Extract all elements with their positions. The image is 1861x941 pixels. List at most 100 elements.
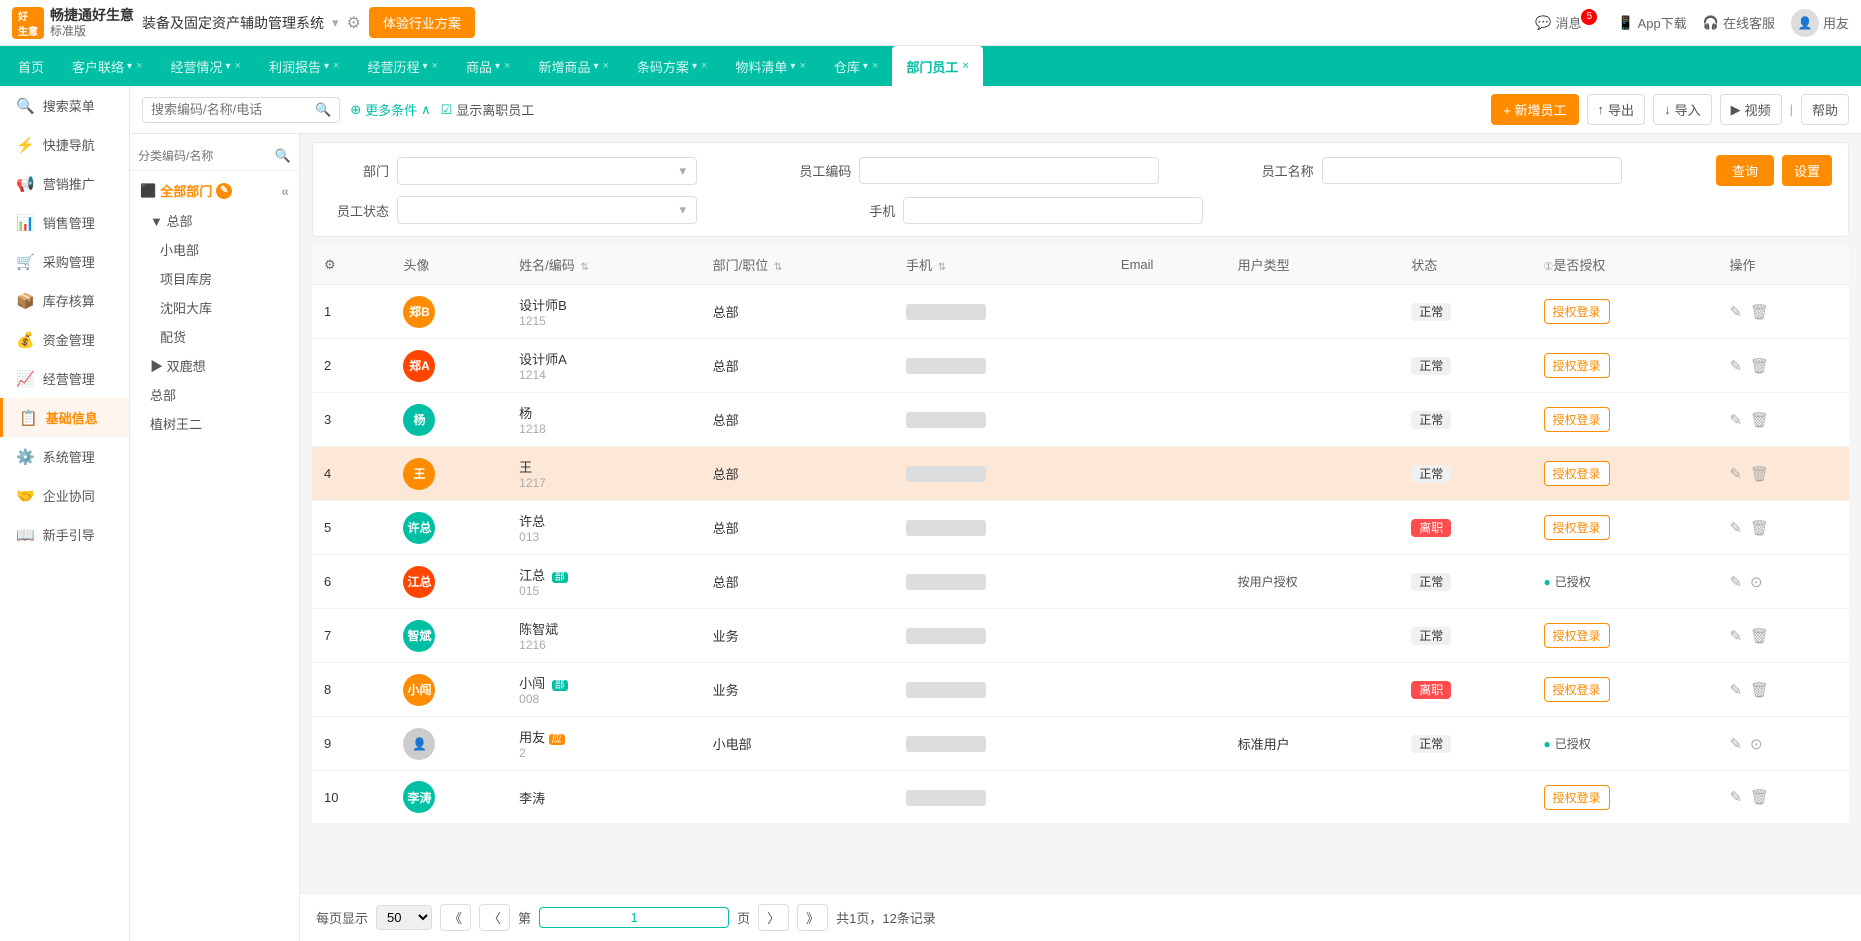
tab-barcode[interactable]: 条码方案▾×	[623, 46, 721, 86]
add-employee-button[interactable]: + 新增员工	[1491, 94, 1578, 125]
dept-node-shenyang[interactable]: 沈阳大库	[130, 293, 299, 322]
auth-btn[interactable]: 授权登录	[1544, 623, 1610, 648]
last-page-btn[interactable]: 》	[797, 904, 828, 931]
tab-new-product[interactable]: 新增商品▾×	[524, 46, 622, 86]
edit-icon[interactable]: ✎	[1729, 411, 1742, 429]
sidebar-item-marketing[interactable]: 📢 营销推广	[0, 164, 129, 203]
auth-btn[interactable]: 授权登录	[1544, 407, 1610, 432]
tab-customer[interactable]: 客户联络▾×	[58, 46, 156, 86]
tab-warehouse[interactable]: 仓库▾×	[820, 46, 892, 86]
search-btn-icon[interactable]: 🔍	[315, 102, 331, 118]
tab-product[interactable]: 商品▾×	[452, 46, 524, 86]
dept-search-icon[interactable]: 🔍	[275, 148, 291, 164]
auth-btn[interactable]: 授权登录	[1544, 677, 1610, 702]
message-btn[interactable]: 💬 消息 5	[1535, 13, 1601, 32]
status-select[interactable]: ▾	[397, 196, 697, 224]
edit-icon[interactable]: ✎	[1729, 681, 1742, 699]
dept-select[interactable]: ▾	[397, 157, 697, 185]
sidebar-item-quicknav[interactable]: ⚡ 快捷导航	[0, 125, 129, 164]
dept-node-zongbu[interactable]: ▼ 总部	[130, 206, 299, 235]
edit-icon[interactable]: ✎	[1729, 573, 1742, 591]
emp-code-input[interactable]	[859, 157, 1159, 184]
auth-btn[interactable]: 授权登录	[1544, 515, 1610, 540]
auth-btn[interactable]: 授权登录	[1544, 299, 1610, 324]
edit-dept-icon[interactable]: ✎	[216, 183, 232, 199]
col-name[interactable]: 姓名/编码 ⇅	[507, 245, 700, 285]
dept-all-header[interactable]: ⬛ 全部部门 ✎ «	[130, 175, 299, 206]
view-button[interactable]: ▶ 视频	[1720, 94, 1782, 125]
sidebar-item-system[interactable]: ⚙️ 系统管理	[0, 437, 129, 476]
col-settings[interactable]: ⚙	[312, 245, 391, 285]
auth-btn[interactable]: 授权登录	[1544, 353, 1610, 378]
tab-department[interactable]: 部门员工×	[892, 46, 982, 86]
emp-name-input[interactable]	[1322, 157, 1622, 184]
edit-icon[interactable]: ✎	[1729, 357, 1742, 375]
delete-icon[interactable]: 🗑	[1750, 627, 1769, 645]
delete-icon[interactable]: 🗑	[1750, 681, 1769, 699]
delete-icon[interactable]: 🗑	[1750, 357, 1769, 375]
sidebar-item-sales[interactable]: 📊 销售管理	[0, 203, 129, 242]
page-input[interactable]	[539, 907, 729, 928]
delete-icon[interactable]: 🗑	[1750, 788, 1769, 806]
search-input[interactable]	[151, 102, 311, 117]
sort-name-icon[interactable]: ⇅	[580, 262, 588, 273]
tab-profit[interactable]: 利润报告▾×	[255, 46, 353, 86]
dropdown-arrow[interactable]: ▾	[332, 15, 339, 31]
sidebar-item-inventory[interactable]: 📦 库存核算	[0, 281, 129, 320]
col-phone[interactable]: 手机 ⇅	[894, 245, 1109, 285]
app-download-btn[interactable]: 📱 App下载	[1617, 13, 1686, 32]
show-resigned-toggle[interactable]: ☑ 显示离职员工	[441, 100, 535, 119]
edit-icon[interactable]: ✎	[1729, 627, 1742, 645]
col-dept[interactable]: 部门/职位 ⇅	[701, 245, 894, 285]
edit-icon[interactable]: ✎	[1729, 735, 1742, 753]
dept-node-zhishu[interactable]: 植树王二	[130, 409, 299, 438]
sort-dept-icon[interactable]: ⇅	[774, 262, 782, 273]
tab-history[interactable]: 经营历程▾×	[353, 46, 451, 86]
dept-node-shuangluxiang[interactable]: ▶ 双鹿想	[130, 351, 299, 380]
sidebar-item-purchase[interactable]: 🛒 采购管理	[0, 242, 129, 281]
settings-button[interactable]: 设置	[1782, 155, 1832, 186]
per-page-select[interactable]: 50 20 100	[376, 905, 432, 930]
trial-button[interactable]: 体验行业方案	[369, 7, 475, 38]
dept-node-zongbu2[interactable]: 总部	[130, 380, 299, 409]
export-button[interactable]: ↑ 导出	[1587, 94, 1646, 125]
dept-node-project[interactable]: 项目库房	[130, 264, 299, 293]
edit-icon[interactable]: ✎	[1729, 788, 1742, 806]
gear-icon[interactable]: ⚙	[347, 13, 361, 33]
dept-node-peihuo[interactable]: 配货	[130, 322, 299, 351]
sidebar-item-basic[interactable]: 📋 基础信息	[0, 398, 129, 437]
auth-btn[interactable]: 授权登录	[1544, 461, 1610, 486]
delete-icon[interactable]: 🗑	[1750, 303, 1769, 321]
tab-operations[interactable]: 经营情况▾×	[157, 46, 255, 86]
more-filter-btn[interactable]: ⊕ 更多条件 ∧	[350, 100, 430, 119]
copy-icon[interactable]: ⊙	[1750, 573, 1763, 591]
import-button[interactable]: ↓ 导入	[1653, 94, 1712, 125]
first-page-btn[interactable]: 《	[440, 904, 471, 931]
edit-icon[interactable]: ✎	[1729, 519, 1742, 537]
collapse-btn[interactable]: «	[281, 183, 289, 199]
copy-icon2[interactable]: ⊙	[1750, 735, 1763, 753]
sidebar-item-finance[interactable]: 💰 资金管理	[0, 320, 129, 359]
delete-icon[interactable]: 🗑	[1750, 465, 1769, 483]
sidebar-item-collab[interactable]: 🤝 企业协同	[0, 476, 129, 515]
sidebar-item-guide[interactable]: 📖 新手引导	[0, 515, 129, 554]
delete-icon[interactable]: 🗑	[1750, 519, 1769, 537]
tab-home[interactable]: 首页	[4, 46, 58, 86]
sort-phone-icon[interactable]: ⇅	[938, 262, 946, 273]
sidebar-item-mgmt[interactable]: 📈 经营管理	[0, 359, 129, 398]
search-button[interactable]: 查询	[1716, 155, 1774, 186]
next-page-btn[interactable]: 〉	[758, 904, 789, 931]
edit-icon[interactable]: ✎	[1729, 303, 1742, 321]
edit-icon[interactable]: ✎	[1729, 465, 1742, 483]
dept-search[interactable]: 🔍	[130, 142, 299, 171]
tab-material[interactable]: 物料清单▾×	[721, 46, 819, 86]
online-service-btn[interactable]: 🎧 在线客服	[1703, 13, 1775, 32]
delete-icon[interactable]: 🗑	[1750, 411, 1769, 429]
user-btn[interactable]: 👤 用友	[1791, 9, 1849, 37]
prev-page-btn[interactable]: 〈	[479, 904, 510, 931]
help-button[interactable]: 帮助	[1801, 94, 1849, 125]
auth-btn[interactable]: 授权登录	[1544, 785, 1610, 810]
sidebar-item-search[interactable]: 🔍 搜索菜单	[0, 86, 129, 125]
search-box[interactable]: 🔍	[142, 97, 340, 123]
phone-input[interactable]	[903, 197, 1203, 224]
